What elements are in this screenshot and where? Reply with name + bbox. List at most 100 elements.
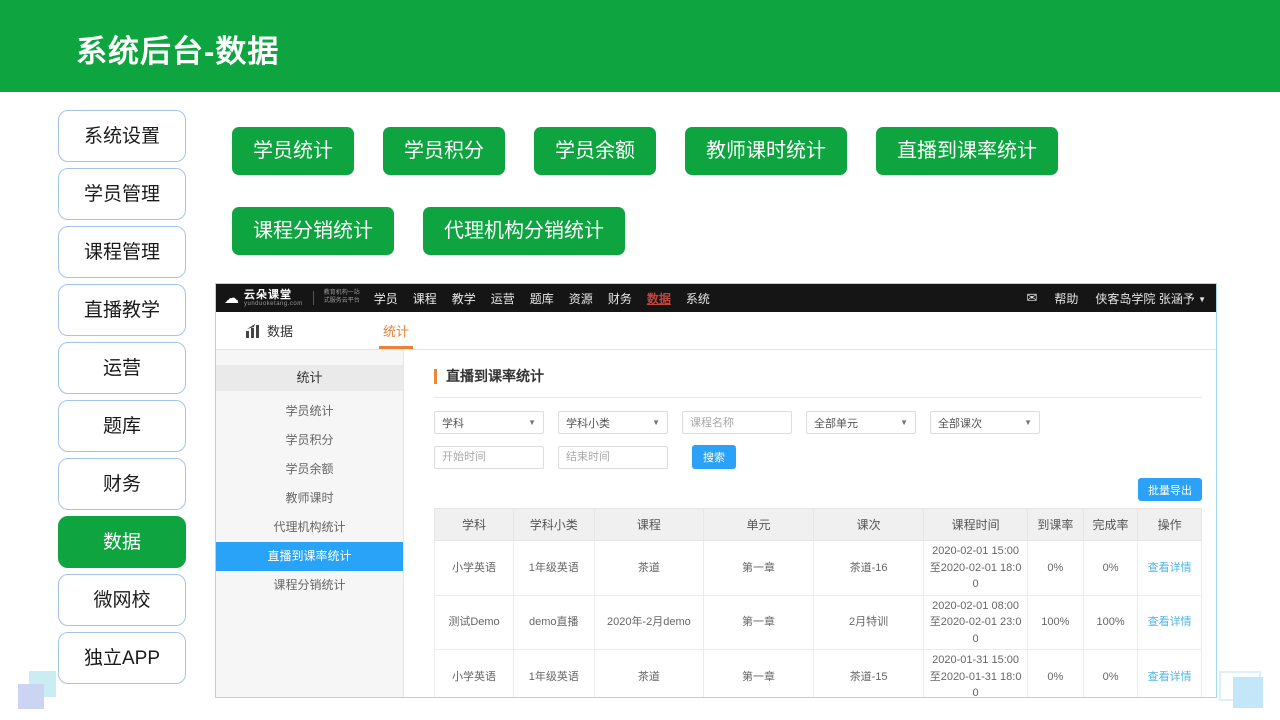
- page-title: 系统后台-数据: [76, 26, 279, 71]
- nav-item-courses[interactable]: 课程: [413, 290, 437, 307]
- col-header-actions: 操作: [1138, 509, 1202, 541]
- cell-lesson: 2月特训: [813, 595, 923, 650]
- nav-item-teaching[interactable]: 教学: [452, 290, 476, 307]
- batch-export-button[interactable]: 批量导出: [1138, 478, 1202, 501]
- course-distribution-stats-button[interactable]: 课程分销统计: [232, 207, 394, 255]
- cell-attendance-rate: 0%: [1027, 650, 1083, 699]
- col-header-unit: 单元: [704, 509, 814, 541]
- col-header-course-time: 课程时间: [924, 509, 1028, 541]
- unit-filter[interactable]: 全部单元▼: [806, 411, 916, 434]
- cell-subcategory: 1年级英语: [514, 650, 595, 699]
- nav-item-resources[interactable]: 资源: [569, 290, 593, 307]
- cell-subcategory: 1年级英语: [514, 541, 595, 596]
- end-time-input[interactable]: [558, 446, 668, 469]
- stats-main-panel: 直播到课率统计 学科 ▼ 学科小类 ▼ 全部单元▼ 全部课次▼ 搜索 批量导出 学科 学科小…: [404, 350, 1216, 697]
- cloud-logo-icon: ☁: [224, 291, 239, 306]
- cell-actions: 查看详情: [1138, 541, 1202, 596]
- live-attendance-stats-button[interactable]: 直播到课率统计: [876, 127, 1058, 175]
- decor-square-purple: [18, 684, 44, 709]
- chevron-down-icon: ▼: [528, 418, 536, 427]
- cell-completion-rate: 0%: [1083, 650, 1137, 699]
- cell-course: 茶道: [594, 650, 704, 699]
- admin-screenshot: ☁ 云朵课堂 yunduoketang.com 教育机构一站 式服务云平台 学员…: [215, 283, 1217, 698]
- cell-lesson: 茶道-16: [813, 541, 923, 596]
- view-details-link[interactable]: 查看详情: [1148, 671, 1192, 683]
- panel-item-live-attendance-stats[interactable]: 直播到课率统计: [216, 542, 403, 571]
- subcategory-filter[interactable]: 学科小类 ▼: [558, 411, 668, 434]
- panel-item-student-stats[interactable]: 学员统计: [216, 397, 403, 426]
- cell-course-time: 2020-01-31 15:00至2020-01-31 18:00: [924, 650, 1028, 699]
- logo-divider: [313, 291, 314, 305]
- subject-filter[interactable]: 学科 ▼: [434, 411, 544, 434]
- student-balance-button[interactable]: 学员余额: [534, 127, 656, 175]
- user-caret-icon: ▼: [1198, 295, 1206, 304]
- tab-statistics[interactable]: 统计: [379, 312, 413, 349]
- filter-row-2: 搜索: [434, 445, 1202, 469]
- cell-unit: 第一章: [704, 650, 814, 699]
- panel-item-agency-stats[interactable]: 代理机构统计: [216, 513, 403, 542]
- panel-item-course-distribution-stats[interactable]: 课程分销统计: [216, 571, 403, 600]
- page: 系统后台-数据 系统设置学员管理课程管理直播教学运营题库财务数据微网校独立APP…: [0, 0, 1280, 720]
- unit-filter-label: 全部单元: [814, 415, 858, 431]
- col-header-course: 课程: [594, 509, 704, 541]
- decor-square-fill: [1233, 677, 1263, 708]
- sidebar-item-standalone-app[interactable]: 独立APP: [58, 632, 186, 684]
- cell-course: 茶道: [594, 541, 704, 596]
- sidebar-item-data[interactable]: 数据: [58, 516, 186, 568]
- shot-body: 统计 学员统计学员积分学员余额教师课时代理机构统计直播到课率统计课程分销统计 直…: [216, 350, 1216, 697]
- course-name-input[interactable]: [682, 411, 792, 434]
- page-header: 系统后台-数据: [0, 0, 1280, 92]
- sidebar-item-live-teaching[interactable]: 直播教学: [58, 284, 186, 336]
- nav-item-students[interactable]: 学员: [374, 290, 398, 307]
- view-details-link[interactable]: 查看详情: [1148, 562, 1192, 574]
- cell-course-time: 2020-02-01 08:00至2020-02-01 23:00: [924, 595, 1028, 650]
- shot-top-nav: ☁ 云朵课堂 yunduoketang.com 教育机构一站 式服务云平台 学员…: [216, 284, 1216, 312]
- agency-distribution-stats-button[interactable]: 代理机构分销统计: [423, 207, 625, 255]
- student-points-button[interactable]: 学员积分: [383, 127, 505, 175]
- student-stats-button[interactable]: 学员统计: [232, 127, 354, 175]
- cell-attendance-rate: 100%: [1027, 595, 1083, 650]
- table-header-row: 学科学科小类课程单元课次课程时间到课率完成率操作: [435, 509, 1202, 541]
- subcategory-filter-label: 学科小类: [566, 415, 610, 431]
- panel-item-student-points[interactable]: 学员积分: [216, 426, 403, 455]
- cell-completion-rate: 0%: [1083, 541, 1137, 596]
- nav-item-operations[interactable]: 运营: [491, 290, 515, 307]
- sidebar-item-course-management[interactable]: 课程管理: [58, 226, 186, 278]
- lesson-filter[interactable]: 全部课次▼: [930, 411, 1040, 434]
- table-row: 小学英语1年级英语茶道第一章茶道-152020-01-31 15:00至2020…: [435, 650, 1202, 699]
- quick-buttons-row1: 学员统计学员积分学员余额教师课时统计直播到课率统计: [232, 127, 1058, 175]
- col-header-lesson: 课次: [813, 509, 923, 541]
- col-header-subject: 学科: [435, 509, 514, 541]
- bar-chart-icon: [246, 324, 261, 338]
- logo-name: 云朵课堂: [244, 290, 303, 301]
- subject-filter-label: 学科: [442, 415, 464, 431]
- help-link[interactable]: 帮助: [1054, 290, 1078, 307]
- sidebar-item-question-bank[interactable]: 题库: [58, 400, 186, 452]
- panel-item-teacher-hours[interactable]: 教师课时: [216, 484, 403, 513]
- teacher-hours-stats-button[interactable]: 教师课时统计: [685, 127, 847, 175]
- nav-item-finance[interactable]: 财务: [608, 290, 632, 307]
- search-button[interactable]: 搜索: [692, 445, 736, 469]
- sidebar-item-micro-school[interactable]: 微网校: [58, 574, 186, 626]
- user-menu[interactable]: 侠客岛学院 张涵予 ▼: [1095, 290, 1206, 307]
- start-time-input[interactable]: [434, 446, 544, 469]
- col-header-attendance-rate: 到课率: [1027, 509, 1083, 541]
- sidebar-item-operations[interactable]: 运营: [58, 342, 186, 394]
- mail-icon[interactable]: ✉: [1026, 290, 1037, 306]
- sidebar-item-student-management[interactable]: 学员管理: [58, 168, 186, 220]
- nav-item-system[interactable]: 系统: [686, 290, 710, 307]
- breadcrumb: 数据: [246, 321, 293, 340]
- sidebar-item-system-settings[interactable]: 系统设置: [58, 110, 186, 162]
- shot-nav-right: ✉ 帮助 侠客岛学院 张涵予 ▼: [1026, 290, 1206, 307]
- divider: [434, 397, 1202, 398]
- cell-actions: 查看详情: [1138, 595, 1202, 650]
- cell-subject: 小学英语: [435, 650, 514, 699]
- panel-item-student-balance[interactable]: 学员余额: [216, 455, 403, 484]
- chevron-down-icon: ▼: [652, 418, 660, 427]
- view-details-link[interactable]: 查看详情: [1148, 616, 1192, 628]
- nav-item-question-bank[interactable]: 题库: [530, 290, 554, 307]
- stats-panel-header: 统计: [216, 365, 403, 391]
- sidebar-item-finance[interactable]: 财务: [58, 458, 186, 510]
- section-title: 直播到课率统计: [434, 366, 1202, 386]
- nav-item-data[interactable]: 数据: [647, 290, 671, 307]
